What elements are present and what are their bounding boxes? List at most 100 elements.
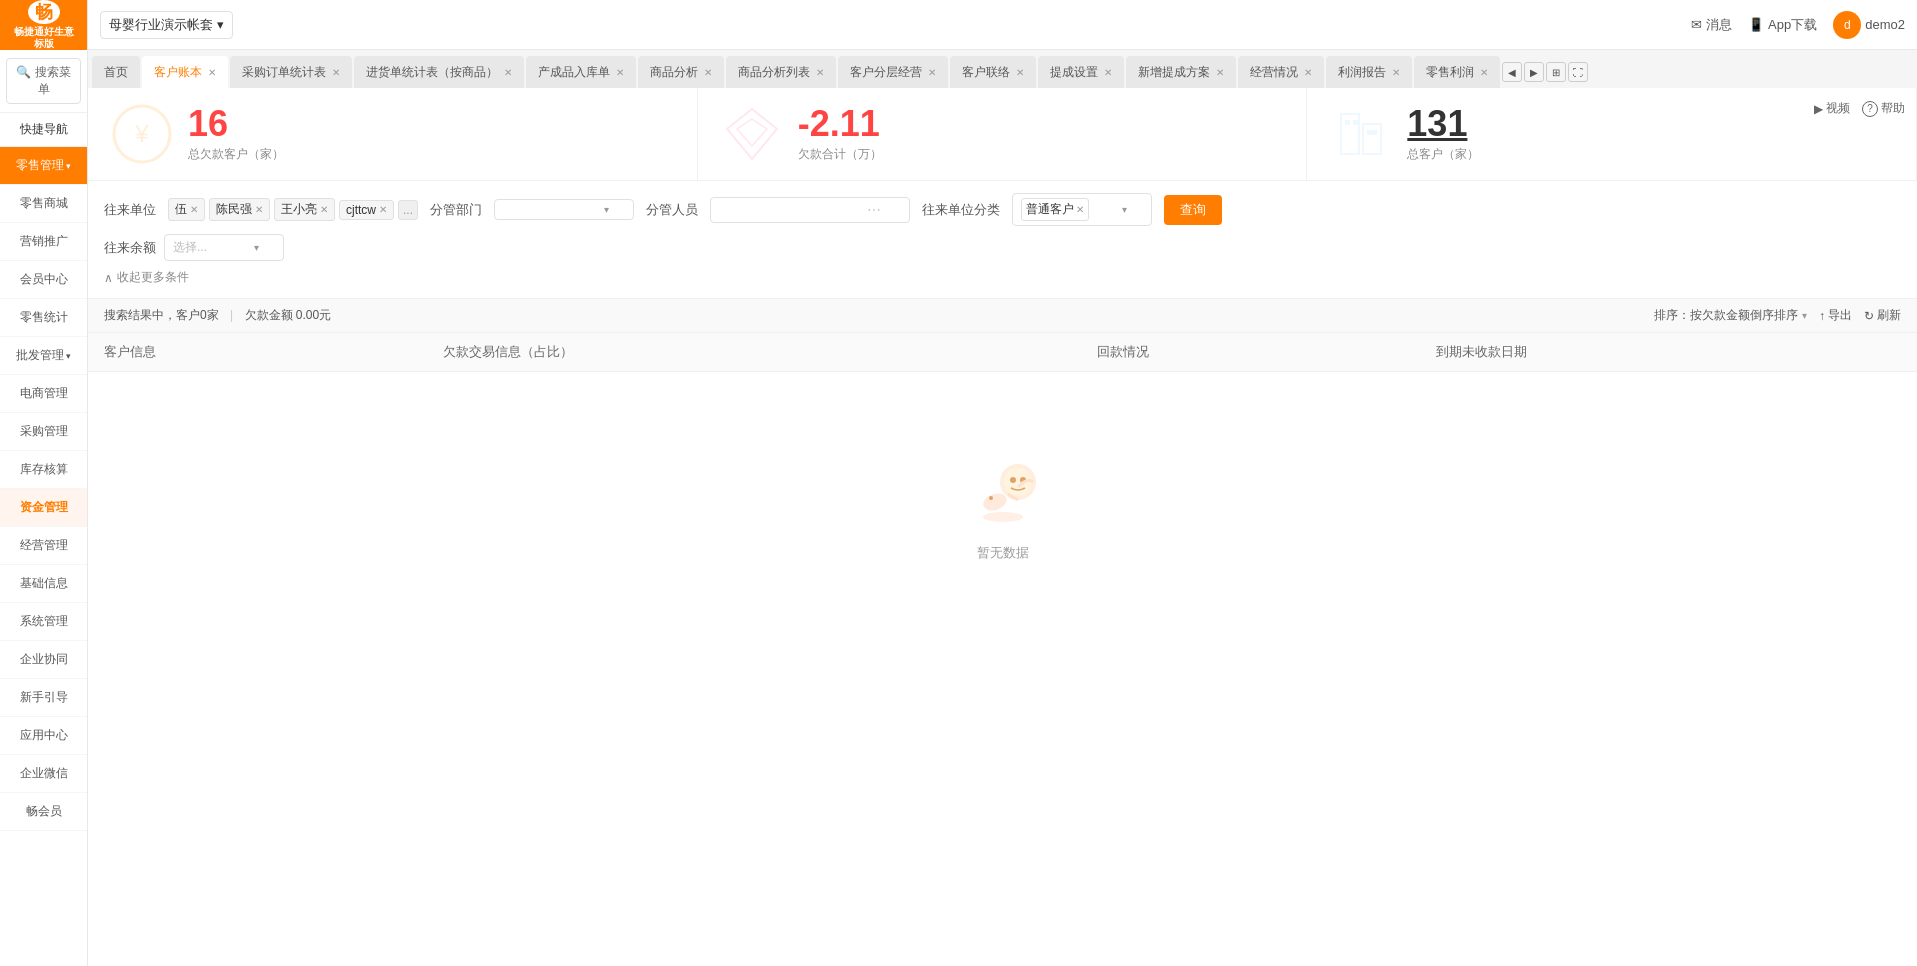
help-button[interactable]: ? 帮助 — [1862, 100, 1905, 117]
tab-close-icon[interactable]: ✕ — [332, 67, 340, 78]
filter-balance-select[interactable]: 选择... ▾ — [164, 234, 284, 261]
svg-point-13 — [1010, 477, 1016, 483]
filter-tags-more-button[interactable]: ... — [398, 200, 418, 220]
app-download-button[interactable]: 📱 App下载 — [1748, 16, 1817, 34]
chevron-down-icon: ▾ — [1802, 310, 1807, 321]
sidebar-item-retail-mgmt[interactable]: 零售管理 ▾ — [0, 147, 87, 185]
tab-production-inbound[interactable]: 产成品入库单 ✕ — [526, 56, 636, 88]
tab-home[interactable]: 首页 — [92, 56, 140, 88]
collapse-button[interactable]: ∧ 收起更多条件 — [104, 269, 189, 286]
tab-expand-button[interactable]: ⊞ — [1546, 62, 1566, 82]
filter-label-person: 分管人员 — [646, 201, 698, 219]
svg-text:¥: ¥ — [134, 120, 149, 147]
tab-purchase-order[interactable]: 采购订单统计表 ✕ — [230, 56, 352, 88]
tab-customer-contact[interactable]: 客户联络 ✕ — [950, 56, 1036, 88]
sidebar-item-app-center[interactable]: 应用中心 — [0, 717, 87, 755]
sidebar-item-retail-mall[interactable]: 零售商城 — [0, 185, 87, 223]
account-selector[interactable]: 母婴行业演示帐套 ▾ — [100, 11, 233, 39]
tab-retail-profit[interactable]: 零售利润 ✕ — [1414, 56, 1500, 88]
sidebar-item-finance-mgmt[interactable]: 资金管理 — [0, 489, 87, 527]
tag-close-cjttcw[interactable]: ✕ — [379, 204, 387, 215]
stat-debtors-value: 16 — [188, 106, 284, 142]
tab-close-icon[interactable]: ✕ — [1392, 67, 1400, 78]
sidebar-item-label: 库存核算 — [20, 462, 68, 476]
stat-total-customers-value[interactable]: 131 — [1407, 106, 1479, 142]
sidebar-item-purchase-mgmt[interactable]: 采购管理 — [0, 413, 87, 451]
tab-label: 利润报告 — [1338, 64, 1386, 81]
sidebar-item-label: 电商管理 — [20, 386, 68, 400]
stat-card-debtors: ¥ 16 总欠款客户（家） — [88, 88, 698, 180]
tab-product-analysis[interactable]: 商品分析 ✕ — [638, 56, 724, 88]
sidebar-item-retail-stats[interactable]: 零售统计 — [0, 299, 87, 337]
sidebar-item-ecommerce-mgmt[interactable]: 电商管理 — [0, 375, 87, 413]
sidebar-item-wechat-work[interactable]: 企业微信 — [0, 755, 87, 793]
empty-row: 暂无数据 — [88, 372, 1917, 643]
sidebar-item-wholesale-mgmt[interactable]: 批发管理 ▾ — [0, 337, 87, 375]
app-download-label: App下载 — [1768, 16, 1817, 34]
quick-nav-label[interactable]: 快捷导航 — [6, 121, 81, 138]
sidebar-item-inventory[interactable]: 库存核算 — [0, 451, 87, 489]
empty-text: 暂无数据 — [977, 544, 1029, 562]
sidebar-item-enterprise-collab[interactable]: 企业协同 — [0, 641, 87, 679]
tab-close-icon[interactable]: ✕ — [1304, 67, 1312, 78]
tag-close-chen[interactable]: ✕ — [255, 204, 263, 215]
sort-selector[interactable]: 排序：按欠款金额倒序排序 ▾ — [1654, 307, 1807, 324]
filter-person-select[interactable]: ⋯ — [710, 197, 910, 223]
user-profile[interactable]: d demo2 — [1833, 11, 1905, 39]
tab-inbound-stats[interactable]: 进货单统计表（按商品） ✕ — [354, 56, 524, 88]
tab-product-analysis-list[interactable]: 商品分析列表 ✕ — [726, 56, 836, 88]
stat-debtors-label: 总欠款客户（家） — [188, 146, 284, 163]
tab-close-icon[interactable]: ✕ — [1104, 67, 1112, 78]
table-header: 客户信息 欠款交易信息（占比） 回款情况 到期未收款日期 — [88, 333, 1917, 372]
tab-customer-ledger[interactable]: 客户账本 ✕ — [142, 56, 228, 88]
query-button[interactable]: 查询 — [1164, 195, 1222, 225]
tab-next-button[interactable]: ▶ — [1524, 62, 1544, 82]
tab-fullscreen-button[interactable]: ⛶ — [1568, 62, 1588, 82]
sidebar-item-operation-mgmt[interactable]: 经营管理 — [0, 527, 87, 565]
sidebar-item-newbie-guide[interactable]: 新手引导 — [0, 679, 87, 717]
message-button[interactable]: ✉ 消息 — [1691, 16, 1732, 34]
tab-close-icon[interactable]: ✕ — [504, 67, 512, 78]
sidebar-item-marketing[interactable]: 营销推广 — [0, 223, 87, 261]
search-menu-button[interactable]: 🔍 搜索菜单 — [6, 58, 81, 104]
tab-close-icon[interactable]: ✕ — [928, 67, 936, 78]
tag-close-wu[interactable]: ✕ — [190, 204, 198, 215]
export-button[interactable]: ↑ 导出 — [1819, 307, 1852, 324]
export-label: 导出 — [1828, 307, 1852, 324]
tab-label: 零售利润 — [1426, 64, 1474, 81]
tab-close-icon[interactable]: ✕ — [1216, 67, 1224, 78]
sidebar: 畅 畅捷通好生意标版 🔍 搜索菜单 快捷导航 零售管理 ▾ 零售商城 营销推广 … — [0, 0, 88, 966]
chevron-down-icon: ▾ — [604, 204, 609, 215]
collapse-label: 收起更多条件 — [117, 269, 189, 286]
sidebar-item-member-center[interactable]: 会员中心 — [0, 261, 87, 299]
tag-close-classification[interactable]: ✕ — [1076, 204, 1084, 215]
video-help-button[interactable]: ▶ 视频 — [1814, 100, 1850, 117]
sidebar-item-system-mgmt[interactable]: 系统管理 — [0, 603, 87, 641]
help-label: 帮助 — [1881, 100, 1905, 117]
tab-close-icon[interactable]: ✕ — [616, 67, 624, 78]
refresh-button[interactable]: ↻ 刷新 — [1864, 307, 1901, 324]
tab-close-icon[interactable]: ✕ — [704, 67, 712, 78]
filter-section: 往来单位 伍 ✕ 陈民强 ✕ 王小亮 ✕ cjttcw — [88, 181, 1917, 299]
sidebar-quick-nav[interactable]: 快捷导航 — [0, 113, 87, 147]
tag-text: 陈民强 — [216, 201, 252, 218]
sidebar-item-chang-member[interactable]: 畅会员 — [0, 793, 87, 831]
tab-profit-report[interactable]: 利润报告 ✕ — [1326, 56, 1412, 88]
filter-dept-select[interactable]: ▾ — [494, 199, 634, 220]
tab-close-icon[interactable]: ✕ — [1480, 67, 1488, 78]
tab-close-icon[interactable]: ✕ — [816, 67, 824, 78]
sidebar-item-basic-info[interactable]: 基础信息 — [0, 565, 87, 603]
tab-add-commission[interactable]: 新增提成方案 ✕ — [1126, 56, 1236, 88]
message-label: 消息 — [1706, 16, 1732, 34]
tab-close-icon[interactable]: ✕ — [208, 67, 216, 78]
sidebar-search[interactable]: 🔍 搜索菜单 — [0, 50, 87, 113]
tab-operation-status[interactable]: 经营情况 ✕ — [1238, 56, 1324, 88]
tag-close-wang[interactable]: ✕ — [320, 204, 328, 215]
filter-classification-select[interactable]: 普通客户 ✕ ▾ — [1012, 193, 1152, 226]
tab-commission-settings[interactable]: 提成设置 ✕ — [1038, 56, 1124, 88]
tab-prev-button[interactable]: ◀ — [1502, 62, 1522, 82]
sidebar-item-label: 系统管理 — [20, 614, 68, 628]
tab-close-icon[interactable]: ✕ — [1016, 67, 1024, 78]
tab-customer-layered[interactable]: 客户分层经营 ✕ — [838, 56, 948, 88]
page-top-right: ▶ 视频 ? 帮助 — [1814, 100, 1905, 117]
